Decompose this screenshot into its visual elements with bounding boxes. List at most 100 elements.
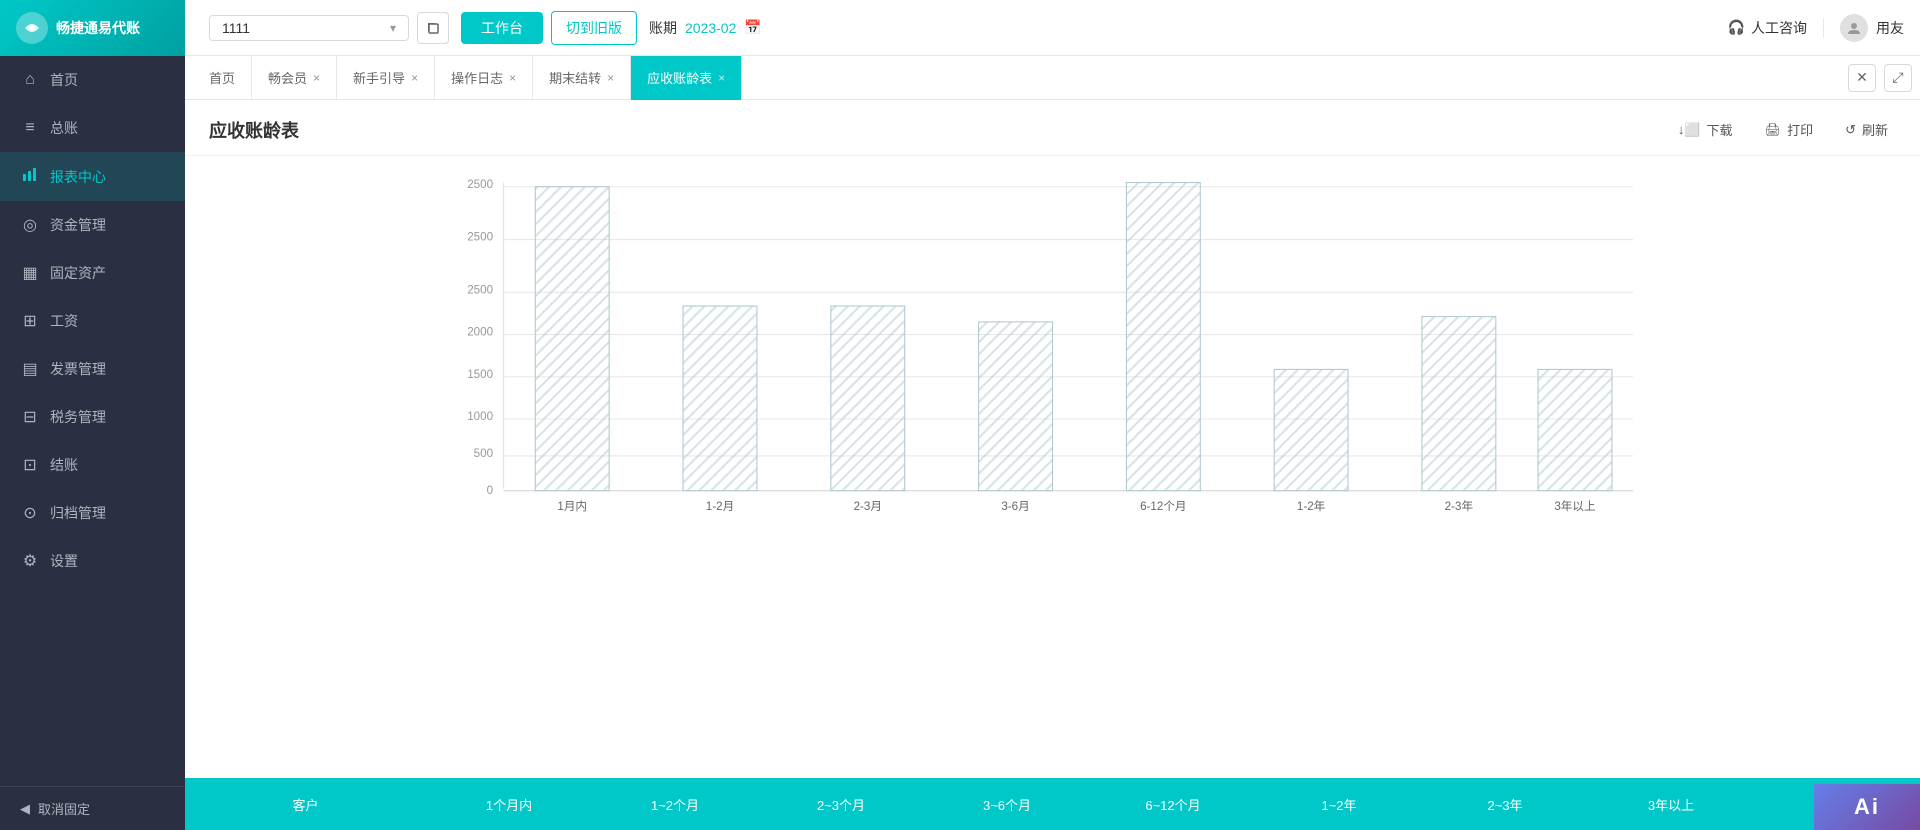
sidebar-label-archive: 归档管理	[50, 503, 106, 523]
sidebar-item-home[interactable]: ⌂ 首页	[0, 56, 185, 104]
tabs-actions: ✕ ⤢	[1848, 64, 1912, 92]
svg-text:2-3年: 2-3年	[1445, 499, 1474, 513]
refresh-button[interactable]: ↺ 刷新	[1837, 116, 1896, 143]
tab-member-close[interactable]: ×	[313, 72, 320, 84]
sidebar-label-settings: 设置	[50, 551, 78, 571]
sidebar-item-payroll[interactable]: ⊞ 工资	[0, 297, 185, 345]
tab-member[interactable]: 畅会员 ×	[252, 56, 337, 100]
maximize-button[interactable]: ⤢	[1884, 64, 1912, 92]
sidebar-scroll: ⌂ 首页 ≡ 总账 报表中心 ◎ 资金管理	[0, 56, 185, 786]
logo-area: 畅捷通易代账	[0, 0, 185, 56]
ai-badge[interactable]: Ai	[1814, 784, 1920, 830]
svg-text:0: 0	[487, 484, 493, 497]
sidebar-item-checkout[interactable]: ⊡ 结账	[0, 441, 185, 489]
copy-button[interactable]	[417, 12, 449, 44]
sidebar-item-funds[interactable]: ◎ 资金管理	[0, 201, 185, 249]
tab-oplog[interactable]: 操作日志 ×	[435, 56, 533, 100]
refresh-label: 刷新	[1862, 120, 1888, 139]
avatar	[1840, 14, 1868, 42]
tab-guide-close[interactable]: ×	[411, 72, 418, 84]
headset-icon: 🎧	[1728, 19, 1745, 36]
funds-icon: ◎	[20, 215, 40, 235]
print-icon: 🖨	[1765, 122, 1782, 138]
tab-oplog-close[interactable]: ×	[509, 72, 516, 84]
print-label: 打印	[1787, 120, 1813, 139]
sidebar-item-ledger[interactable]: ≡ 总账	[0, 104, 185, 152]
col-customer: 客户	[185, 795, 426, 814]
payroll-icon: ⊞	[20, 311, 40, 331]
tab-ar-aging-label: 应收账龄表	[647, 68, 712, 87]
company-name: 1111	[222, 20, 382, 36]
download-icon: ↓⬜	[1678, 122, 1701, 138]
col-1m: 1个月内	[426, 795, 592, 814]
tab-member-label: 畅会员	[268, 68, 307, 87]
tab-home-label: 首页	[209, 68, 235, 87]
invoice-icon: ▤	[20, 359, 40, 379]
print-button[interactable]: 🖨 打印	[1757, 116, 1822, 143]
tax-icon: ⊟	[20, 407, 40, 427]
sidebar-label-reports: 报表中心	[50, 167, 106, 187]
chevron-down-icon: ▾	[390, 21, 396, 35]
svg-text:2000: 2000	[467, 326, 493, 339]
company-selector[interactable]: 1111 ▾	[209, 15, 409, 41]
download-button[interactable]: ↓⬜ 下载	[1670, 116, 1741, 143]
tab-period-end[interactable]: 期末结转 ×	[533, 56, 631, 100]
content-area: 首页 畅会员 × 新手引导 × 操作日志 × 期末结转 × 应收账龄表 ×	[185, 56, 1920, 830]
sidebar-label-tax: 税务管理	[50, 407, 106, 427]
username-label: 用友	[1876, 18, 1904, 38]
sidebar-label-funds: 资金管理	[50, 215, 106, 235]
tab-guide-label: 新手引导	[353, 68, 405, 87]
sidebar-item-assets[interactable]: ▦ 固定资产	[0, 249, 185, 297]
col-3y-plus: 3年以上	[1588, 795, 1754, 814]
svg-text:1000: 1000	[467, 410, 493, 423]
page-content: 应收账龄表 ↓⬜ 下载 🖨 打印 ↺ 刷新	[185, 100, 1920, 830]
tab-oplog-label: 操作日志	[451, 68, 503, 87]
svg-text:3年以上: 3年以上	[1554, 499, 1596, 513]
sidebar-item-archive[interactable]: ⊙ 归档管理	[0, 489, 185, 537]
sidebar-item-invoice[interactable]: ▤ 发票管理	[0, 345, 185, 393]
reports-icon	[20, 166, 40, 187]
sidebar-item-reports[interactable]: 报表中心	[0, 152, 185, 201]
sidebar-label-checkout: 结账	[50, 455, 78, 475]
col-1-2y: 1~2年	[1256, 795, 1422, 814]
home-icon: ⌂	[20, 71, 40, 89]
tab-ar-aging-close[interactable]: ×	[718, 72, 725, 84]
chart-wrapper: 2500 2500 2500 2000 1500 1000	[185, 156, 1920, 778]
ar-aging-chart: 2500 2500 2500 2000 1500 1000	[209, 172, 1896, 552]
settings-icon: ⚙	[20, 551, 40, 571]
table-header: 客户 1个月内 1~2个月 2~3个月 3~6个月 6~12个月 1~2年 2~…	[185, 778, 1920, 830]
consult-button[interactable]: 🎧 人工咨询	[1728, 18, 1807, 38]
calendar-icon[interactable]: 📅	[744, 19, 761, 36]
assets-icon: ▦	[20, 263, 40, 283]
tab-ar-aging[interactable]: 应收账龄表 ×	[631, 56, 742, 100]
sidebar-collapse-button[interactable]: ◀ 取消固定	[0, 786, 185, 830]
sidebar-label-payroll: 工资	[50, 311, 78, 331]
svg-text:1月内: 1月内	[557, 499, 587, 513]
tab-period-end-close[interactable]: ×	[607, 72, 614, 84]
svg-text:2500: 2500	[467, 231, 493, 244]
user-area[interactable]: 用友	[1840, 14, 1904, 42]
tabs-bar: 首页 畅会员 × 新手引导 × 操作日志 × 期末结转 × 应收账龄表 ×	[185, 56, 1920, 100]
download-label: 下载	[1707, 120, 1733, 139]
sidebar-item-tax[interactable]: ⊟ 税务管理	[0, 393, 185, 441]
ledger-icon: ≡	[20, 119, 40, 137]
svg-text:6-12个月: 6-12个月	[1140, 500, 1186, 513]
page-actions: ↓⬜ 下载 🖨 打印 ↺ 刷新	[1670, 116, 1896, 143]
tab-home[interactable]: 首页	[193, 56, 252, 100]
col-3-6m: 3~6个月	[924, 795, 1090, 814]
col-2-3y: 2~3年	[1422, 795, 1588, 814]
sidebar-item-settings[interactable]: ⚙ 设置	[0, 537, 185, 585]
workbench-button[interactable]: 工作台	[461, 12, 543, 44]
switch-version-button[interactable]: 切到旧版	[551, 11, 637, 45]
sidebar-label-invoice: 发票管理	[50, 359, 106, 379]
page-header: 应收账龄表 ↓⬜ 下载 🖨 打印 ↺ 刷新	[185, 100, 1920, 156]
svg-text:2-3月: 2-3月	[854, 500, 882, 513]
header-divider	[1823, 18, 1824, 38]
sidebar-label-home: 首页	[50, 70, 78, 90]
col-2-3m: 2~3个月	[758, 795, 924, 814]
col-1-2m: 1~2个月	[592, 795, 758, 814]
close-all-button[interactable]: ✕	[1848, 64, 1876, 92]
tab-period-end-label: 期末结转	[549, 68, 601, 87]
page-title: 应收账龄表	[209, 117, 299, 143]
tab-guide[interactable]: 新手引导 ×	[337, 56, 435, 100]
